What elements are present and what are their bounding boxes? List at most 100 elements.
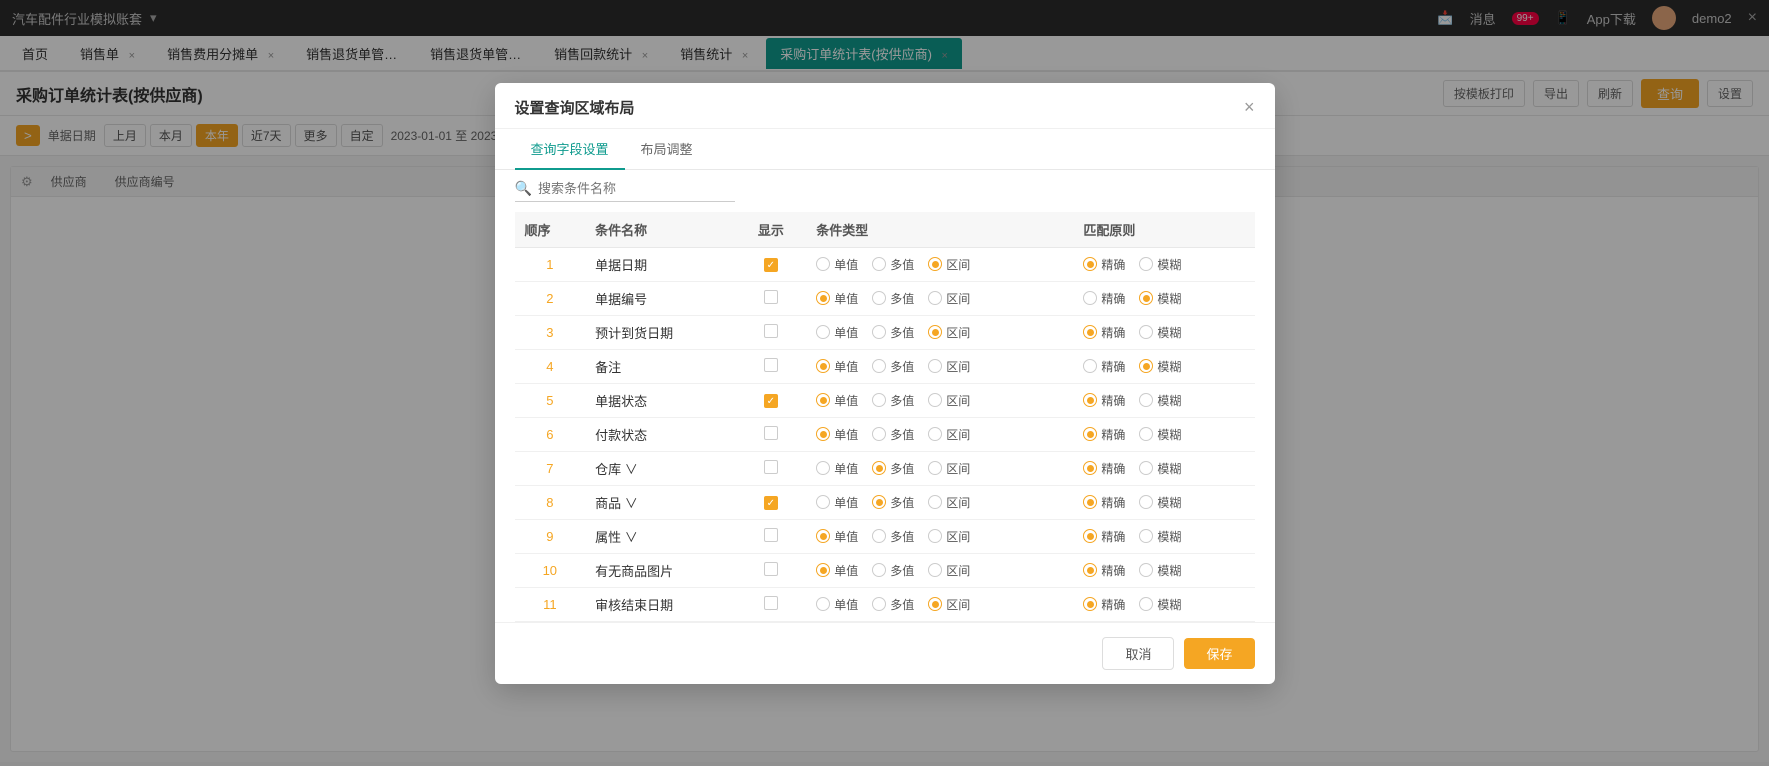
radio-range[interactable]: 区间	[928, 426, 970, 443]
dialog-tab-query-fields[interactable]: 查询字段设置	[515, 129, 625, 170]
radio-fuzzy[interactable]: 模糊	[1139, 528, 1181, 545]
radio-range[interactable]: 区间	[928, 290, 970, 307]
radio-multi[interactable]: 多值	[872, 596, 914, 613]
display-checkbox[interactable]	[764, 562, 778, 576]
radio-fuzzy[interactable]: 模糊	[1139, 392, 1181, 409]
row-condition-name: 有无商品图片	[585, 553, 735, 587]
radio-exact[interactable]: 精确	[1083, 256, 1125, 273]
radio-single[interactable]: 单值	[816, 392, 858, 409]
radio-range[interactable]: 区间	[928, 596, 970, 613]
radio-exact-dot	[1083, 291, 1097, 305]
radio-range[interactable]: 区间	[928, 392, 970, 409]
radio-range-label: 区间	[946, 562, 970, 579]
radio-multi[interactable]: 多值	[872, 494, 914, 511]
display-checkbox[interactable]	[764, 290, 778, 304]
display-checkbox[interactable]	[764, 358, 778, 372]
cancel-button[interactable]: 取消	[1102, 637, 1174, 670]
radio-fuzzy[interactable]: 模糊	[1139, 494, 1181, 511]
row-condition-name: 单据日期	[585, 247, 735, 281]
radio-range[interactable]: 区间	[928, 528, 970, 545]
display-checkbox[interactable]	[764, 596, 778, 610]
radio-range[interactable]: 区间	[928, 494, 970, 511]
radio-range-dot	[928, 529, 942, 543]
col-display: 显示	[736, 212, 807, 248]
display-checkbox[interactable]	[764, 426, 778, 440]
radio-multi[interactable]: 多值	[872, 392, 914, 409]
radio-fuzzy-dot	[1139, 325, 1153, 339]
display-checkbox[interactable]	[764, 394, 778, 408]
radio-single[interactable]: 单值	[816, 358, 858, 375]
radio-range[interactable]: 区间	[928, 256, 970, 273]
radio-exact-label: 精确	[1101, 562, 1125, 579]
radio-fuzzy[interactable]: 模糊	[1139, 460, 1181, 477]
dialog-tab-layout[interactable]: 布局调整	[625, 129, 709, 170]
radio-range[interactable]: 区间	[928, 324, 970, 341]
radio-multi[interactable]: 多值	[872, 358, 914, 375]
radio-fuzzy[interactable]: 模糊	[1139, 256, 1181, 273]
radio-fuzzy[interactable]: 模糊	[1139, 324, 1181, 341]
radio-multi[interactable]: 多值	[872, 562, 914, 579]
col-condition-name: 条件名称	[585, 212, 735, 248]
radio-range[interactable]: 区间	[928, 358, 970, 375]
radio-exact[interactable]: 精确	[1083, 392, 1125, 409]
radio-single[interactable]: 单值	[816, 290, 858, 307]
radio-exact[interactable]: 精确	[1083, 290, 1125, 307]
radio-exact[interactable]: 精确	[1083, 596, 1125, 613]
search-input[interactable]	[538, 181, 718, 196]
radio-fuzzy[interactable]: 模糊	[1139, 426, 1181, 443]
table-row: 9属性 ∨ 单值 多值 区间 精确 模糊	[515, 519, 1255, 553]
radio-single[interactable]: 单值	[816, 562, 858, 579]
radio-multi[interactable]: 多值	[872, 256, 914, 273]
radio-exact[interactable]: 精确	[1083, 562, 1125, 579]
radio-fuzzy-label: 模糊	[1157, 324, 1181, 341]
radio-single-label: 单值	[834, 392, 858, 409]
radio-fuzzy[interactable]: 模糊	[1139, 596, 1181, 613]
radio-multi[interactable]: 多值	[872, 426, 914, 443]
radio-exact-dot	[1083, 461, 1097, 475]
radio-single-dot	[816, 393, 830, 407]
radio-exact[interactable]: 精确	[1083, 494, 1125, 511]
radio-multi[interactable]: 多值	[872, 460, 914, 477]
radio-exact-label: 精确	[1101, 528, 1125, 545]
radio-single[interactable]: 单值	[816, 256, 858, 273]
radio-range[interactable]: 区间	[928, 562, 970, 579]
display-checkbox[interactable]	[764, 258, 778, 272]
row-order: 4	[515, 349, 586, 383]
radio-exact-dot	[1083, 393, 1097, 407]
radio-exact[interactable]: 精确	[1083, 324, 1125, 341]
radio-single[interactable]: 单值	[816, 324, 858, 341]
radio-multi[interactable]: 多值	[872, 528, 914, 545]
radio-single[interactable]: 单值	[816, 494, 858, 511]
radio-fuzzy[interactable]: 模糊	[1139, 562, 1181, 579]
radio-fuzzy[interactable]: 模糊	[1139, 290, 1181, 307]
radio-range[interactable]: 区间	[928, 460, 970, 477]
radio-fuzzy-label: 模糊	[1157, 290, 1181, 307]
radio-exact[interactable]: 精确	[1083, 460, 1125, 477]
table-row: 8商品 ∨ 单值 多值 区间 精确 模糊	[515, 485, 1255, 519]
row-display-cell	[736, 247, 807, 281]
radio-exact[interactable]: 精确	[1083, 358, 1125, 375]
radio-single[interactable]: 单值	[816, 596, 858, 613]
radio-exact-label: 精确	[1101, 392, 1125, 409]
dialog-close-button[interactable]: ×	[1244, 98, 1255, 116]
radio-multi[interactable]: 多值	[872, 324, 914, 341]
radio-exact[interactable]: 精确	[1083, 426, 1125, 443]
display-checkbox[interactable]	[764, 496, 778, 510]
radio-single[interactable]: 单值	[816, 426, 858, 443]
radio-single-label: 单值	[834, 494, 858, 511]
radio-range-dot	[928, 359, 942, 373]
save-button[interactable]: 保存	[1184, 638, 1254, 669]
radio-single[interactable]: 单值	[816, 528, 858, 545]
radio-fuzzy[interactable]: 模糊	[1139, 358, 1181, 375]
radio-range-dot	[928, 495, 942, 509]
radio-multi[interactable]: 多值	[872, 290, 914, 307]
radio-exact-label: 精确	[1101, 494, 1125, 511]
radio-multi-dot	[872, 427, 886, 441]
table-row: 5单据状态 单值 多值 区间 精确 模糊	[515, 383, 1255, 417]
col-match-rule: 匹配原则	[1073, 212, 1254, 248]
radio-single[interactable]: 单值	[816, 460, 858, 477]
radio-exact[interactable]: 精确	[1083, 528, 1125, 545]
display-checkbox[interactable]	[764, 460, 778, 474]
display-checkbox[interactable]	[764, 528, 778, 542]
display-checkbox[interactable]	[764, 324, 778, 338]
